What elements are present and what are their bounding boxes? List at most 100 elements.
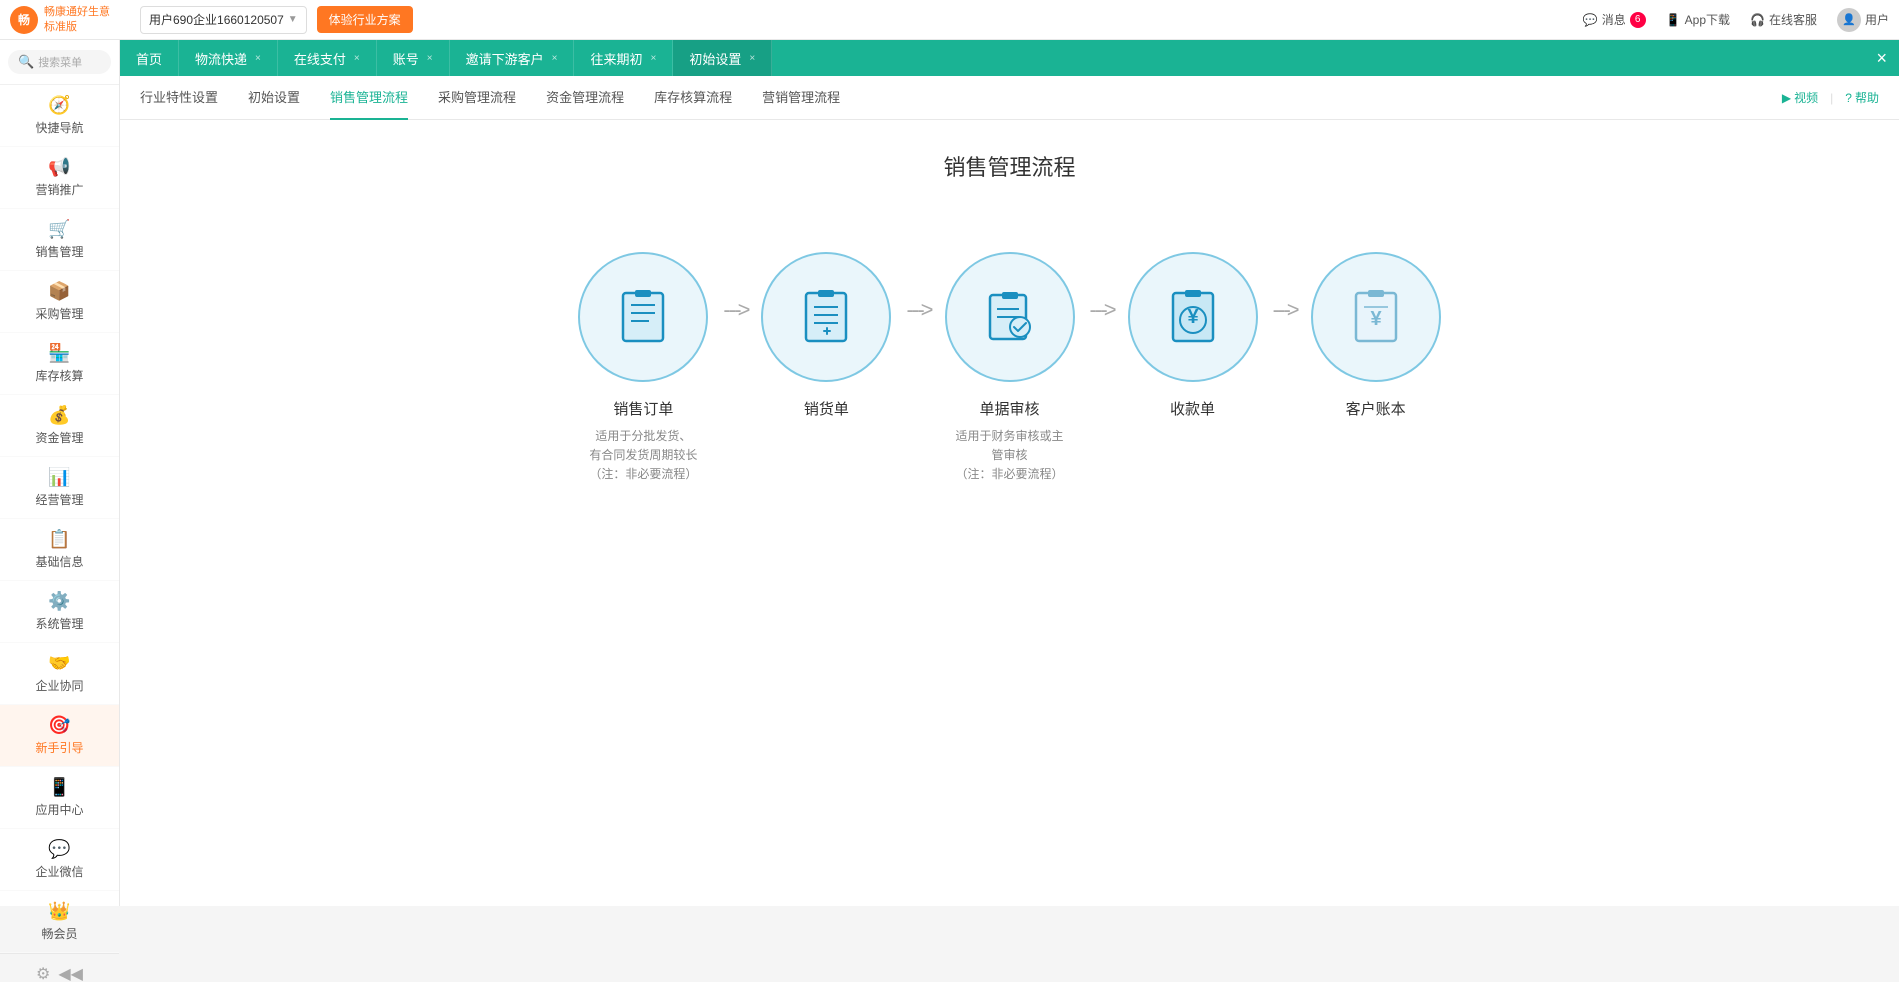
flow-item-customer-ledger[interactable]: ¥ 客户账本 [1286, 252, 1466, 427]
flow-circle-sales-invoice [761, 252, 891, 382]
sidebar-item-collab[interactable]: 🤝 企业协同 [0, 643, 119, 705]
sub-tab-industry[interactable]: 行业特性设置 [140, 76, 218, 120]
sidebar-item-finance[interactable]: 💰 资金管理 [0, 395, 119, 457]
flow-item-sales-order[interactable]: 销售订单 适用于分批发货、有合同发货周期较长（注：非必要流程） [553, 252, 733, 485]
sidebar-item-basic-info[interactable]: 📋 基础信息 [0, 519, 119, 581]
sidebar-item-inventory[interactable]: 🏪 库存核算 [0, 333, 119, 395]
sidebar-item-wechat-label: 企业微信 [35, 863, 83, 880]
inventory-icon: 🏪 [48, 343, 70, 364]
video-label: 视频 [1794, 89, 1818, 106]
sidebar-item-basic-info-label: 基础信息 [35, 553, 83, 570]
search-box[interactable]: 🔍 搜索菜单 [8, 50, 111, 74]
trial-button[interactable]: 体验行业方案 [317, 6, 413, 33]
sub-tab-initial-label: 初始设置 [248, 87, 300, 106]
sub-tab-finance-flow[interactable]: 资金管理流程 [546, 76, 624, 120]
app-icon: 📱 [1666, 13, 1681, 27]
quick-nav-icon: 🧭 [48, 95, 70, 116]
tab-initial-setup[interactable]: 初始设置 × [673, 40, 772, 76]
flow-item-receipt[interactable]: ¥ 收款单 [1103, 252, 1283, 427]
sub-tab-purchase-flow-label: 采购管理流程 [438, 87, 516, 106]
tab-logistics-close[interactable]: × [255, 53, 261, 64]
basic-info-icon: 📋 [48, 529, 70, 550]
help-label: 帮助 [1855, 89, 1879, 106]
help-link[interactable]: ? 帮助 [1845, 89, 1879, 106]
app-center-icon: 📱 [48, 777, 70, 798]
sub-tab-sales-flow[interactable]: 销售管理流程 [330, 76, 408, 120]
tab-initial-period-close[interactable]: × [650, 53, 656, 64]
sidebar-item-collab-label: 企业协同 [35, 677, 83, 694]
sidebar-item-finance-label: 资金管理 [35, 429, 83, 446]
tab-payment[interactable]: 在线支付 × [278, 40, 377, 76]
sidebar-item-quick-nav[interactable]: 🧭 快捷导航 [0, 85, 119, 147]
sub-tab-initial[interactable]: 初始设置 [248, 76, 300, 120]
flow-label-sales-invoice: 销货单 [804, 398, 849, 419]
sub-tab-marketing-flow[interactable]: 营销管理流程 [762, 76, 840, 120]
search-placeholder: 搜索菜单 [38, 54, 82, 70]
sub-tab-inventory-flow[interactable]: 库存核算流程 [654, 76, 732, 120]
tab-initial-period[interactable]: 往来期初 × [574, 40, 673, 76]
sidebar-item-marketing[interactable]: 📢 营销推广 [0, 147, 119, 209]
sidebar-item-wechat[interactable]: 💬 企业微信 [0, 829, 119, 891]
sidebar-item-purchase-label: 采购管理 [35, 305, 83, 322]
tab-invite-close[interactable]: × [552, 53, 558, 64]
app-download-button[interactable]: 📱 App下载 [1666, 11, 1730, 28]
tab-account[interactable]: 账号 × [377, 40, 450, 76]
svg-text:¥: ¥ [1370, 308, 1382, 330]
tab-invite-label: 邀请下游客户 [466, 49, 544, 68]
top-bar: 畅 畅康通好生意 标准版 用户690企业1660120507 ▼ 体验行业方案 … [0, 0, 1899, 40]
top-bar-right: 💬 消息 6 📱 App下载 🎧 在线客服 👤 用户 [1583, 8, 1889, 32]
user-selector[interactable]: 用户690企业1660120507 ▼ [140, 6, 307, 34]
sub-tab-right-actions: ▶ 视频 | ? 帮助 [1782, 89, 1879, 106]
sidebar-item-sales[interactable]: 🛒 销售管理 [0, 209, 119, 271]
sub-tab-inventory-flow-label: 库存核算流程 [654, 87, 732, 106]
tab-account-close[interactable]: × [427, 53, 433, 64]
svg-text:¥: ¥ [1187, 306, 1199, 328]
tab-home[interactable]: 首页 [120, 40, 179, 76]
user-profile-button[interactable]: 👤 用户 [1837, 8, 1889, 32]
purchase-icon: 📦 [48, 281, 70, 302]
sidebar-item-guide-label: 新手引导 [35, 739, 83, 756]
flow-item-doc-review[interactable]: 单据审核 适用于财务审核或主管审核（注：非必要流程） [920, 252, 1100, 485]
sidebar-item-operation[interactable]: 📊 经营管理 [0, 457, 119, 519]
sub-tabs: 行业特性设置 初始设置 销售管理流程 采购管理流程 资金管理流程 库存核算流程 … [120, 76, 1899, 120]
flow-label-customer-ledger: 客户账本 [1346, 398, 1406, 419]
flow-diagram: 销售订单 适用于分批发货、有合同发货周期较长（注：非必要流程） - - -> [160, 232, 1859, 505]
sidebar-item-operation-label: 经营管理 [35, 491, 83, 508]
online-service-button[interactable]: 🎧 在线客服 [1750, 11, 1817, 28]
collab-icon: 🤝 [48, 653, 70, 674]
operation-icon: 📊 [48, 467, 70, 488]
flow-label-receipt: 收款单 [1170, 398, 1215, 419]
page-body: 销售管理流程 销售订单 适用于分批发货、有合同发货周期较长（注：非必要流程） [120, 120, 1899, 535]
tab-payment-close[interactable]: × [354, 53, 360, 64]
flow-label-sales-order: 销售订单 [613, 398, 673, 419]
flow-item-sales-invoice[interactable]: 销货单 [736, 252, 916, 427]
tab-home-label: 首页 [136, 49, 162, 68]
flow-label-doc-review: 单据审核 [979, 398, 1039, 419]
tab-logistics-label: 物流快递 [195, 49, 247, 68]
wechat-icon: 💬 [48, 839, 70, 860]
tab-initial-setup-label: 初始设置 [689, 49, 741, 68]
flow-circle-doc-review [945, 252, 1075, 382]
sidebar-item-quick-nav-label: 快捷导航 [35, 119, 83, 136]
logo-text: 畅康通好生意 标准版 [44, 5, 110, 34]
sidebar-item-system[interactable]: ⚙️ 系统管理 [0, 581, 119, 643]
tab-initial-setup-close[interactable]: × [749, 53, 755, 64]
sidebar-item-app-center[interactable]: 📱 应用中心 [0, 767, 119, 829]
flow-desc-doc-review: 适用于财务审核或主管审核（注：非必要流程） [955, 427, 1063, 485]
tab-invite[interactable]: 邀请下游客户 × [450, 40, 575, 76]
sidebar-item-marketing-label: 营销推广 [35, 181, 83, 198]
message-button[interactable]: 💬 消息 6 [1583, 11, 1646, 28]
message-icon: 💬 [1583, 13, 1598, 27]
page-title: 销售管理流程 [160, 150, 1859, 182]
video-link[interactable]: ▶ 视频 [1782, 89, 1818, 106]
finance-icon: 💰 [48, 405, 70, 426]
sub-tab-purchase-flow[interactable]: 采购管理流程 [438, 76, 516, 120]
sub-tab-sales-flow-label: 销售管理流程 [330, 87, 408, 106]
tab-logistics[interactable]: 物流快递 × [179, 40, 278, 76]
sidebar-item-purchase[interactable]: 📦 采购管理 [0, 271, 119, 333]
flow-circle-receipt: ¥ [1128, 252, 1258, 382]
message-badge: 6 [1630, 12, 1646, 28]
sidebar-item-guide[interactable]: 🎯 新手引导 [0, 705, 119, 767]
close-all-tabs-button[interactable]: × [1864, 40, 1899, 76]
headset-icon: 🎧 [1750, 13, 1765, 27]
